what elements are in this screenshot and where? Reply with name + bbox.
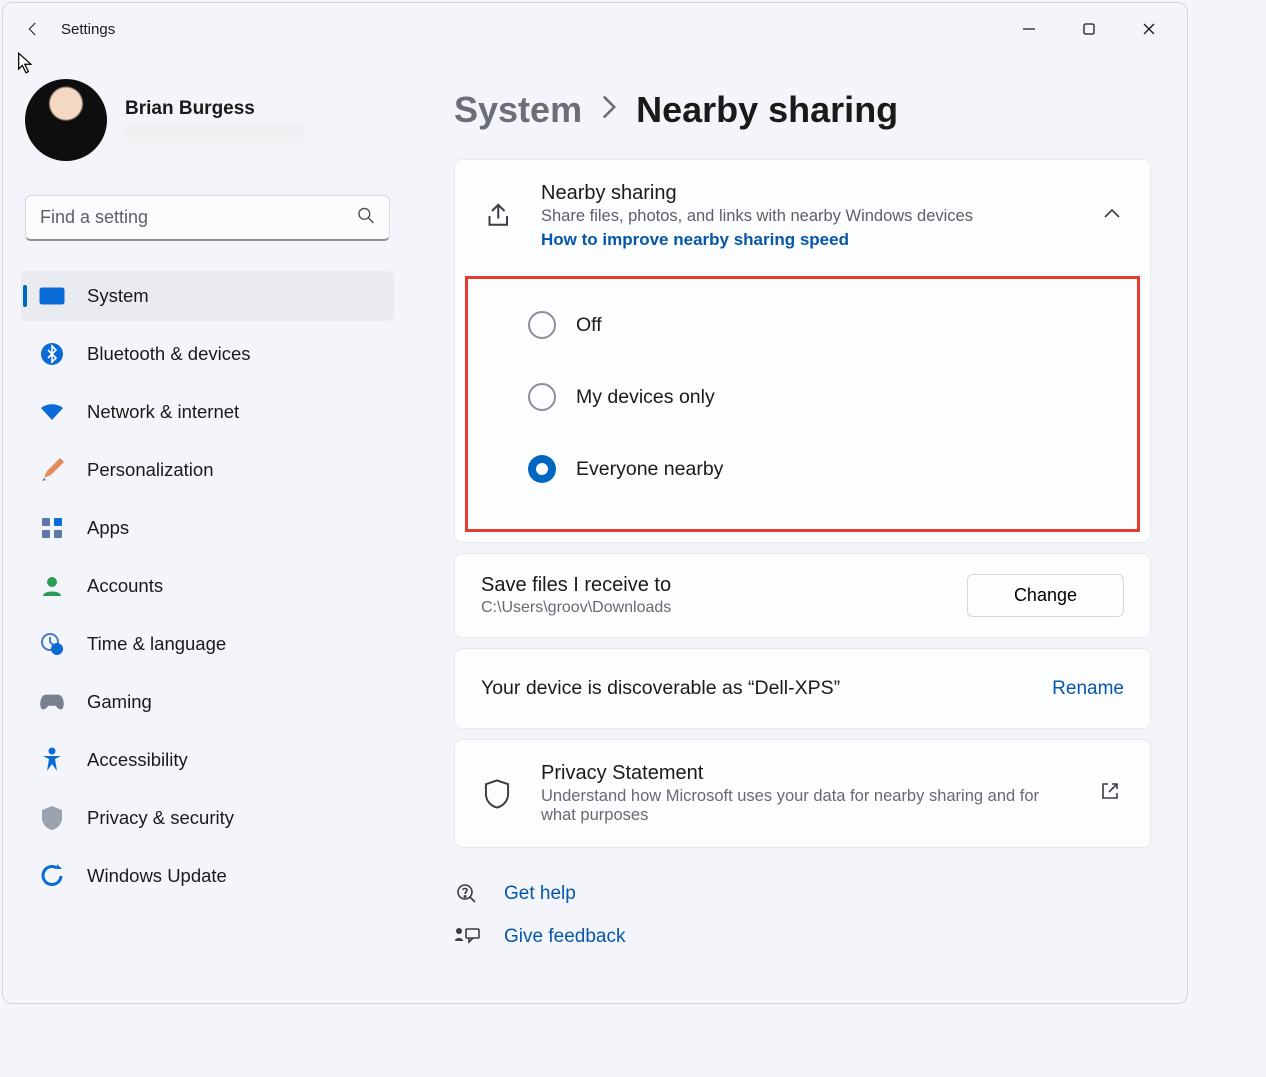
sidebar-item-label: Network & internet: [87, 401, 239, 423]
discoverable-card: Your device is discoverable as “Dell-XPS…: [454, 648, 1151, 729]
search-icon: [356, 206, 376, 231]
rename-link[interactable]: Rename: [1052, 678, 1124, 700]
give-feedback-link[interactable]: Give feedback: [454, 926, 1151, 948]
sidebar-item-label: Privacy & security: [87, 807, 234, 829]
update-icon: [39, 863, 65, 889]
sidebar-item-label: Accounts: [87, 575, 163, 597]
radio-indicator: [528, 455, 556, 483]
display-icon: [39, 283, 65, 309]
close-button[interactable]: [1119, 9, 1179, 49]
feedback-icon: [454, 926, 480, 948]
breadcrumb: System Nearby sharing: [454, 89, 1151, 131]
sidebar-item-windows-update[interactable]: Windows Update: [21, 851, 394, 901]
clock-globe-icon: [39, 631, 65, 657]
chevron-right-icon: [600, 94, 618, 127]
card-title: Nearby sharing: [541, 182, 1074, 205]
privacy-subtitle: Understand how Microsoft uses your data …: [541, 787, 1072, 825]
titlebar: Settings: [3, 3, 1187, 55]
page-title: Nearby sharing: [636, 89, 898, 131]
main-content: System Nearby sharing Nearby sharing Sha…: [408, 55, 1187, 1003]
back-button[interactable]: [23, 19, 43, 39]
discoverable-text: Your device is discoverable as “Dell-XPS…: [481, 677, 1052, 700]
shield-outline-icon: [481, 778, 513, 810]
avatar: [25, 79, 107, 161]
sidebar-item-label: System: [87, 285, 149, 307]
wifi-icon: [39, 399, 65, 425]
app-title: Settings: [61, 21, 115, 38]
accessibility-icon: [39, 747, 65, 773]
bluetooth-icon: [39, 341, 65, 367]
sidebar-item-personalization[interactable]: Personalization: [21, 445, 394, 495]
privacy-title: Privacy Statement: [541, 762, 1072, 785]
save-location-path: C:\Users\groov\Downloads: [481, 599, 967, 617]
radio-indicator: [528, 383, 556, 411]
sidebar-item-label: Apps: [87, 517, 129, 539]
settings-window: Settings Brian Burgess: [2, 2, 1188, 1004]
card-subtitle: Share files, photos, and links with near…: [541, 207, 1074, 226]
sidebar: Brian Burgess System: [3, 55, 408, 1003]
radio-label: Off: [576, 314, 602, 337]
change-button[interactable]: Change: [967, 574, 1124, 617]
gamepad-icon: [39, 689, 65, 715]
paintbrush-icon: [39, 457, 65, 483]
external-link-icon: [1100, 781, 1124, 806]
radio-indicator: [528, 311, 556, 339]
person-icon: [39, 573, 65, 599]
sharing-mode-radiogroup: Off My devices only Everyone nearby: [465, 276, 1140, 532]
sidebar-item-system[interactable]: System: [21, 271, 394, 321]
sidebar-item-label: Time & language: [87, 633, 226, 655]
radio-label: Everyone nearby: [576, 458, 723, 481]
shield-icon: [39, 805, 65, 831]
breadcrumb-parent[interactable]: System: [454, 89, 582, 131]
sidebar-item-label: Gaming: [87, 691, 152, 713]
user-name: Brian Burgess: [125, 98, 305, 120]
sidebar-item-privacy[interactable]: Privacy & security: [21, 793, 394, 843]
radio-my-devices[interactable]: My devices only: [528, 383, 1097, 411]
sidebar-item-network[interactable]: Network & internet: [21, 387, 394, 437]
user-block[interactable]: Brian Burgess: [19, 79, 396, 161]
help-icon: [454, 882, 480, 906]
footer-link-label: Get help: [504, 883, 576, 905]
help-link[interactable]: How to improve nearby sharing speed: [541, 230, 849, 250]
sidebar-item-time-language[interactable]: Time & language: [21, 619, 394, 669]
sidebar-item-gaming[interactable]: Gaming: [21, 677, 394, 727]
save-location-title: Save files I receive to: [481, 574, 967, 597]
sidebar-item-label: Windows Update: [87, 865, 227, 887]
sidebar-item-label: Personalization: [87, 459, 214, 481]
save-location-card: Save files I receive to C:\Users\groov\D…: [454, 553, 1151, 638]
radio-label: My devices only: [576, 386, 715, 409]
nearby-sharing-card: Nearby sharing Share files, photos, and …: [454, 159, 1151, 543]
sidebar-item-bluetooth[interactable]: Bluetooth & devices: [21, 329, 394, 379]
radio-everyone[interactable]: Everyone nearby: [528, 455, 1097, 483]
radio-off[interactable]: Off: [528, 311, 1097, 339]
user-email-blur: [125, 124, 305, 142]
search-input[interactable]: [25, 195, 390, 241]
privacy-card[interactable]: Privacy Statement Understand how Microso…: [454, 739, 1151, 848]
apps-icon: [39, 515, 65, 541]
footer-link-label: Give feedback: [504, 926, 625, 948]
get-help-link[interactable]: Get help: [454, 882, 1151, 906]
chevron-up-icon: [1102, 207, 1124, 226]
sidebar-item-accounts[interactable]: Accounts: [21, 561, 394, 611]
maximize-button[interactable]: [1059, 9, 1119, 49]
share-icon: [481, 201, 513, 231]
sidebar-item-label: Bluetooth & devices: [87, 343, 251, 365]
sidebar-item-label: Accessibility: [87, 749, 188, 771]
nearby-sharing-header[interactable]: Nearby sharing Share files, photos, and …: [455, 160, 1150, 272]
minimize-button[interactable]: [999, 9, 1059, 49]
sidebar-item-apps[interactable]: Apps: [21, 503, 394, 553]
sidebar-item-accessibility[interactable]: Accessibility: [21, 735, 394, 785]
